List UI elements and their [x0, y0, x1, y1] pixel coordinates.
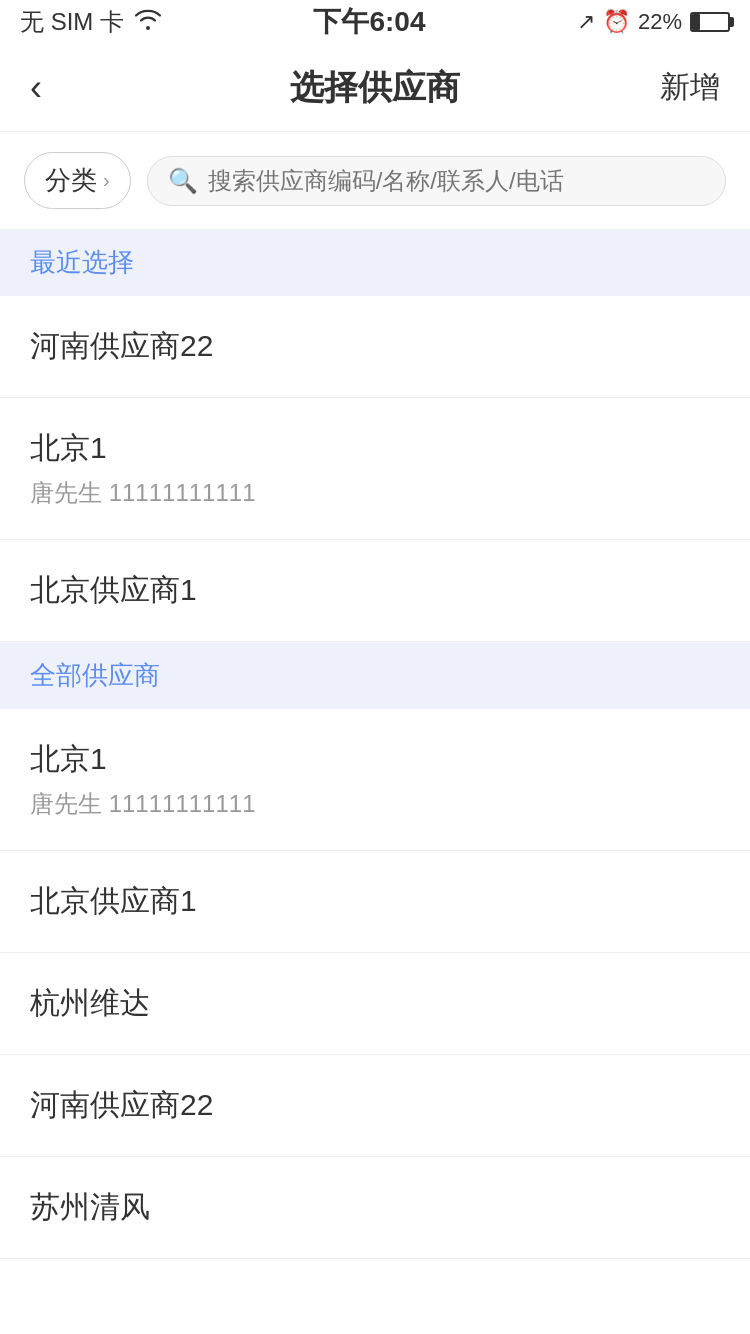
battery-percent: 22% [638, 9, 682, 35]
all-list: 北京1 唐先生 11111111111 北京供应商1 杭州维达河南供应商22 苏州清风 [0, 709, 750, 1259]
battery-icon [690, 12, 730, 32]
item-sub: 唐先生 11111111111 [30, 788, 720, 820]
no-sim-label: 无 SIM 卡 [20, 6, 124, 38]
item-name: 河南供应商22 [30, 1085, 720, 1126]
wifi-icon [134, 8, 162, 36]
status-time: 下午6:04 [313, 3, 425, 41]
filter-bar: 分类 › 🔍 [0, 132, 750, 229]
item-name: 北京供应商1 [30, 570, 720, 611]
status-bar: 无 SIM 卡 下午6:04 ↗ ⏰ 22% [0, 0, 750, 44]
recent-section-header: 最近选择 [0, 229, 750, 296]
item-sub: 唐先生 11111111111 [30, 477, 720, 509]
list-item[interactable]: 北京供应商1 [0, 851, 750, 953]
search-box: 🔍 [147, 156, 726, 206]
add-button[interactable]: 新增 [660, 67, 720, 108]
item-name: 北京1 [30, 428, 720, 469]
status-left: 无 SIM 卡 [20, 6, 162, 38]
list-item[interactable]: 北京1 唐先生 11111111111 [0, 709, 750, 851]
all-section-label: 全部供应商 [30, 660, 160, 690]
item-name: 苏州清风 [30, 1187, 720, 1228]
recent-list: 河南供应商22 北京1 唐先生 11111111111 北京供应商1 [0, 296, 750, 642]
item-name: 杭州维达 [30, 983, 720, 1024]
list-item[interactable]: 杭州维达 [0, 953, 750, 1055]
item-name: 北京1 [30, 739, 720, 780]
list-item[interactable]: 苏州清风 [0, 1157, 750, 1259]
category-button[interactable]: 分类 › [24, 152, 131, 209]
chevron-right-icon: › [103, 169, 110, 192]
back-button[interactable]: ‹ [30, 67, 90, 109]
item-name: 北京供应商1 [30, 881, 720, 922]
list-item[interactable]: 河南供应商22 [0, 296, 750, 398]
nav-bar: ‹ 选择供应商 新增 [0, 44, 750, 132]
location-icon: ↗ [577, 9, 595, 35]
list-item[interactable]: 河南供应商22 [0, 1055, 750, 1157]
search-input[interactable] [208, 167, 705, 195]
alarm-icon: ⏰ [603, 9, 630, 35]
status-right: ↗ ⏰ 22% [577, 9, 730, 35]
page-title: 选择供应商 [290, 65, 460, 111]
item-name: 河南供应商22 [30, 326, 720, 367]
category-label: 分类 [45, 163, 97, 198]
recent-section-label: 最近选择 [30, 247, 134, 277]
list-item[interactable]: 北京1 唐先生 11111111111 [0, 398, 750, 540]
all-section-header: 全部供应商 [0, 642, 750, 709]
search-icon: 🔍 [168, 167, 198, 195]
list-item[interactable]: 北京供应商1 [0, 540, 750, 642]
